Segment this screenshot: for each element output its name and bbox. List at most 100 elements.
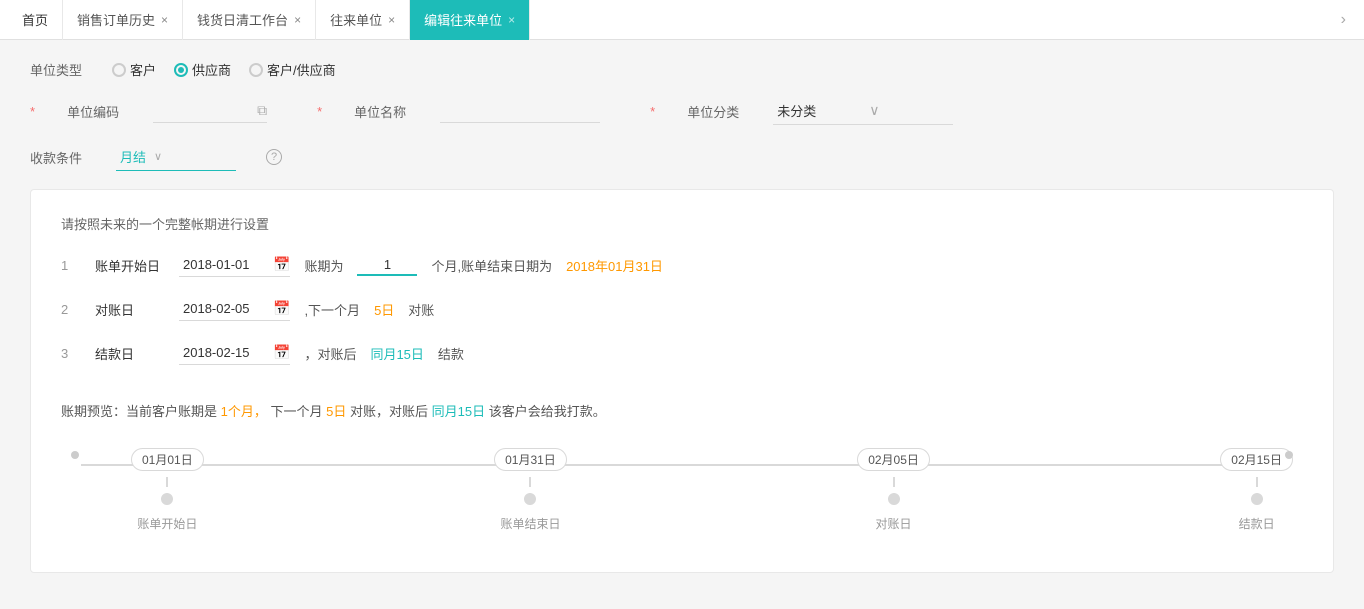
radio-both[interactable]: 客户/供应商 [249,60,336,79]
node-circle-3 [888,493,900,505]
tab-sales-order-history[interactable]: 销售订单历史 × [63,0,183,40]
name-required-star: * [317,104,322,119]
setting-panel: 请按照未来的一个完整帐期进行设置 1 账单开始日 📅 账期为 个月,账单结束日期… [30,189,1334,573]
unit-name-input[interactable]: 河南供应商22 [440,99,600,122]
node-stem-3 [893,477,895,487]
node-stem-4 [1256,477,1258,487]
step-num-1: 1 [61,258,81,273]
preview-mid2: 对账，对账后 [350,404,428,419]
timeline-node-1: 01月01日 账单开始日 [131,448,204,532]
start-date-calendar-icon[interactable]: 📅 [273,256,290,273]
radio-customer[interactable]: 客户 [112,60,156,79]
node-label-2: 01月31日 [494,448,567,471]
settlement-prefix: ，对账后 [304,344,356,363]
unit-info-row: * 单位编码 000001 ⧉ * 单位名称 河南供应商22 * 单位分类 未分… [30,97,1334,125]
classify-required-star: * [650,104,655,119]
period-end-date: 2018年01月31日 [566,256,663,275]
node-desc-2: 账单结束日 [500,515,560,532]
tab-edit-partner[interactable]: 编辑往来单位 × [410,0,530,40]
unit-code-field: 000001 ⧉ [153,99,267,123]
period-suffix: 个月,账单结束日期为 [431,256,552,275]
payment-value: 月结 [116,143,150,170]
settlement-date-input[interactable] [179,341,269,364]
node-stem-1 [166,477,168,487]
tab-expand-icon[interactable]: › [1331,11,1356,29]
node-circle-4 [1251,493,1263,505]
reconcile-day: 5日 [374,300,394,319]
tab-sales-label: 销售订单历史 [77,10,155,29]
setting-row-3: 3 结款日 📅 ，对账后 同月15日 结款 [61,341,1303,365]
tab-partner-label: 往来单位 [330,10,382,29]
tab-cash-goods[interactable]: 钱货日清工作台 × [183,0,316,40]
period-value-input[interactable] [357,255,417,276]
tab-home-label: 首页 [22,10,48,29]
settlement-date-field: 📅 [179,341,290,365]
step-label-1: 账单开始日 [95,256,165,275]
radio-customer-label: 客户 [130,60,156,79]
payment-label: 收款条件 [30,148,82,167]
settlement-calendar-icon[interactable]: 📅 [273,344,290,361]
timeline-left-endpoint [71,451,79,459]
settlement-suffix: 结款 [438,344,464,363]
preview-period: 1个月， [221,404,267,419]
step-num-3: 3 [61,346,81,361]
node-circle-1 [161,493,173,505]
node-stem-2 [529,477,531,487]
radio-supplier[interactable]: 供应商 [174,60,231,79]
reconcile-suffix: 对账 [408,300,434,319]
unit-classify-label: 单位分类 [687,102,739,121]
unit-type-row: 单位类型 客户 供应商 客户/供应商 [30,60,1334,79]
timeline-right-endpoint [1285,451,1293,459]
payment-row: 收款条件 月结 ∨ ? [30,143,1334,171]
reconcile-date-input[interactable] [179,297,269,320]
unit-classify-select[interactable]: 未分类 ∨ [773,97,953,125]
tabs-bar: 首页 销售订单历史 × 钱货日清工作台 × 往来单位 × 编辑往来单位 × › [0,0,1364,40]
preview-highlight2: 同月15日 [432,404,485,419]
unit-code-input[interactable]: 000001 [153,99,253,122]
node-desc-3: 对账日 [876,515,912,532]
main-content: 单位类型 客户 供应商 客户/供应商 * 单位编码 000001 ⧉ * 单位名… [0,40,1364,609]
node-label-1: 01月01日 [131,448,204,471]
tab-partner-units[interactable]: 往来单位 × [316,0,410,40]
radio-supplier-circle [174,63,188,77]
tab-edit-close-icon[interactable]: × [508,13,515,27]
node-label-4: 02月15日 [1220,448,1293,471]
step-label-2: 对账日 [95,300,165,319]
reconcile-calendar-icon[interactable]: 📅 [273,300,290,317]
preview-prefix: 账期预览：当前客户账期是 [61,404,217,419]
preview-text: 账期预览：当前客户账期是 1个月， 下一个月 5日 对账，对账后 同月15日 该… [61,385,1303,428]
classify-arrow-icon: ∨ [865,98,953,123]
timeline-section: 01月01日 账单开始日 01月31日 账单结束日 02月05日 对账日 [61,428,1303,548]
unit-name-field: 河南供应商22 [440,99,600,123]
unit-code-label: 单位编码 [67,102,119,121]
start-date-field: 📅 [179,253,290,277]
tab-cash-close-icon[interactable]: × [294,13,301,27]
payment-select[interactable]: 月结 ∨ [116,143,236,171]
node-circle-2 [524,493,536,505]
payment-arrow-icon: ∨ [154,150,162,163]
setting-row-1: 1 账单开始日 📅 账期为 个月,账单结束日期为 2018年01月31日 [61,253,1303,277]
tab-sales-close-icon[interactable]: × [161,13,168,27]
setting-title: 请按照未来的一个完整帐期进行设置 [61,214,1303,233]
step-label-3: 结款日 [95,344,165,363]
timeline-node-2: 01月31日 账单结束日 [494,448,567,532]
preview-highlight1: 5日 [326,404,346,419]
timeline-nodes: 01月01日 账单开始日 01月31日 账单结束日 02月05日 对账日 [71,448,1293,532]
start-date-input[interactable] [179,253,269,276]
tab-home[interactable]: 首页 [8,0,63,40]
radio-supplier-label: 供应商 [192,60,231,79]
unit-type-radio-group: 客户 供应商 客户/供应商 [112,60,336,79]
reconcile-date-field: 📅 [179,297,290,321]
node-desc-4: 结款日 [1239,515,1275,532]
preview-mid1: 下一个月 [271,404,323,419]
code-required-star: * [30,104,35,119]
period-for-label: 账期为 [304,256,343,275]
settlement-day: 同月15日 [370,344,423,363]
help-icon[interactable]: ? [266,149,282,165]
tab-edit-label: 编辑往来单位 [424,10,502,29]
copy-icon[interactable]: ⧉ [257,102,267,119]
unit-name-label: 单位名称 [354,102,406,121]
timeline-node-3: 02月05日 对账日 [857,448,930,532]
setting-row-2: 2 对账日 📅 ,下一个月 5日 对账 [61,297,1303,321]
tab-partner-close-icon[interactable]: × [388,13,395,27]
